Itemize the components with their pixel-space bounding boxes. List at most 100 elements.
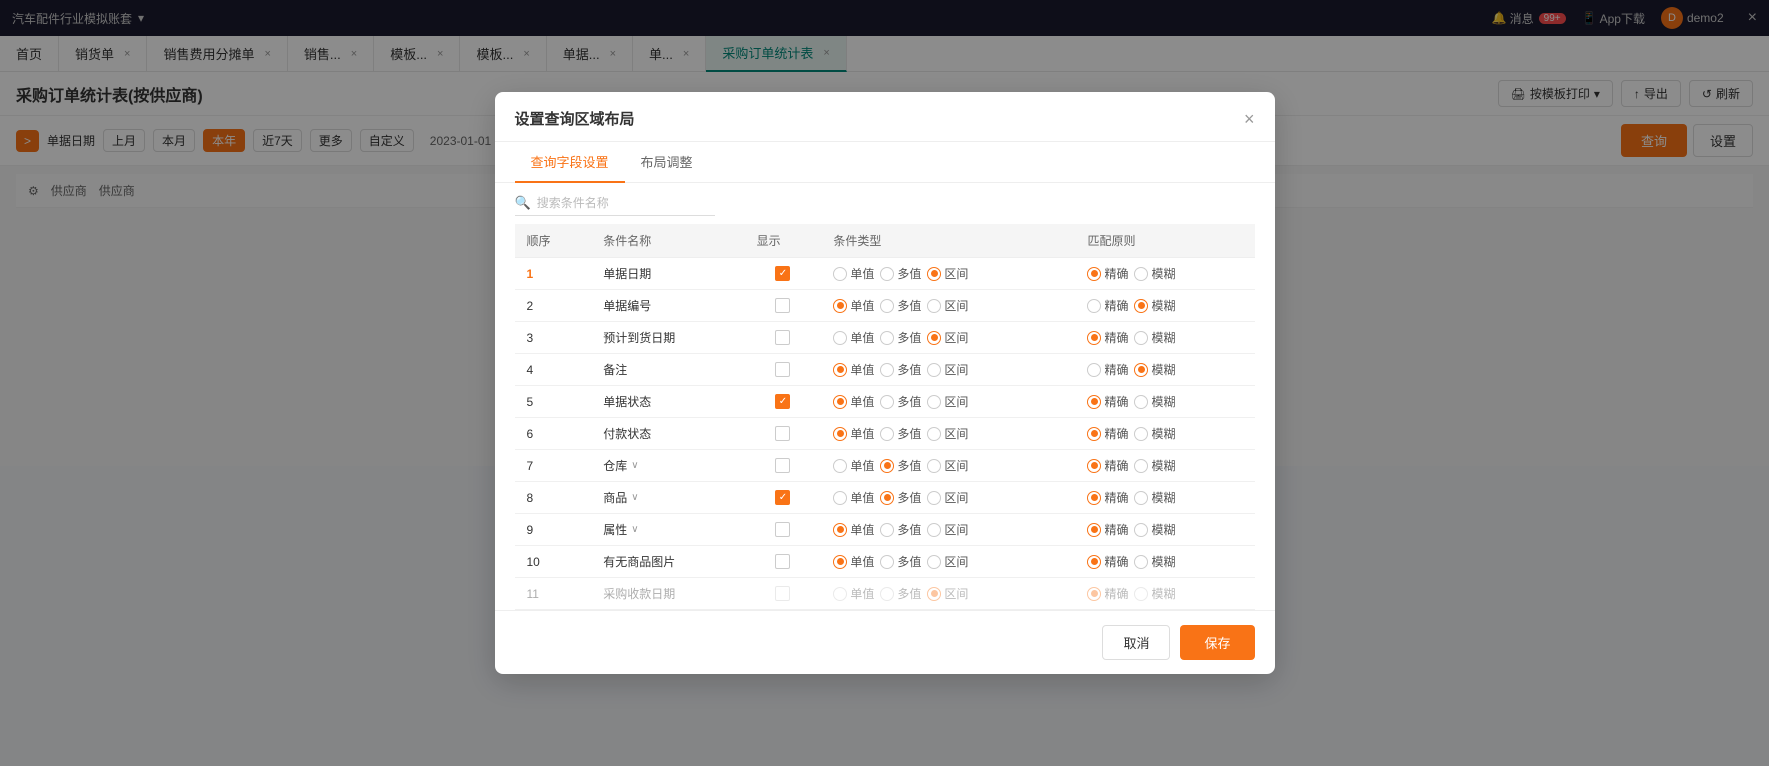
radio-label-单值: 单值 [850, 361, 874, 378]
radio-item-单值[interactable]: 单值 [833, 361, 874, 378]
radio-item-多值[interactable]: 多值 [880, 329, 921, 346]
radio-item-模糊[interactable]: 模糊 [1134, 265, 1175, 282]
radio-item-单值[interactable]: 单值 [833, 425, 874, 442]
radio-item-区间[interactable]: 区间 [927, 585, 968, 602]
radio-item-区间[interactable]: 区间 [927, 425, 968, 442]
radio-item-多值[interactable]: 多值 [880, 521, 921, 538]
condition-name-text: 有无商品图片 [603, 553, 675, 570]
radio-item-精确[interactable]: 精确 [1087, 489, 1128, 506]
radio-item-多值[interactable]: 多值 [880, 553, 921, 570]
radio-item-模糊[interactable]: 模糊 [1134, 393, 1175, 410]
radio-item-模糊[interactable]: 模糊 [1134, 361, 1175, 378]
radio-item-单值[interactable]: 单值 [833, 585, 874, 602]
radio-item-单值[interactable]: 单值 [833, 489, 874, 506]
radio-item-多值[interactable]: 多值 [880, 489, 921, 506]
display-checkbox[interactable] [775, 490, 790, 505]
radio-item-区间[interactable]: 区间 [927, 329, 968, 346]
radio-item-多值[interactable]: 多值 [880, 297, 921, 314]
display-checkbox[interactable] [775, 458, 790, 473]
table-row: 10 有无商品图片 单值 多值 区间 [515, 546, 1255, 578]
radio-item-多值[interactable]: 多值 [880, 361, 921, 378]
display-checkbox[interactable] [775, 426, 790, 441]
radio-item-区间[interactable]: 区间 [927, 297, 968, 314]
display-checkbox[interactable] [775, 554, 790, 569]
radio-item-多值[interactable]: 多值 [880, 393, 921, 410]
radio-item-区间[interactable]: 区间 [927, 457, 968, 474]
match-rule-cell: 精确 模糊 [1075, 258, 1254, 290]
radio-item-多值[interactable]: 多值 [880, 585, 921, 602]
radio-item-精确[interactable]: 精确 [1087, 329, 1128, 346]
radio-item-区间[interactable]: 区间 [927, 521, 968, 538]
display-checkbox[interactable] [775, 394, 790, 409]
search-input[interactable] [537, 196, 715, 210]
radio-item-模糊[interactable]: 模糊 [1134, 297, 1175, 314]
radio-item-多值[interactable]: 多值 [880, 425, 921, 442]
save-button[interactable]: 保存 [1180, 625, 1254, 660]
radio-item-多值[interactable]: 多值 [880, 457, 921, 474]
radio-item-单值[interactable]: 单值 [833, 521, 874, 538]
condition-name-cell: 仓库 ∨ [591, 450, 744, 482]
radio-item-区间[interactable]: 区间 [927, 265, 968, 282]
radio-item-精确[interactable]: 精确 [1087, 553, 1128, 570]
display-checkbox[interactable] [775, 266, 790, 281]
radio-circle-区间 [927, 491, 941, 505]
radio-item-单值[interactable]: 单值 [833, 297, 874, 314]
radio-item-多值[interactable]: 多值 [880, 265, 921, 282]
radio-item-模糊[interactable]: 模糊 [1134, 553, 1175, 570]
radio-item-区间[interactable]: 区间 [927, 393, 968, 410]
radio-label-区间: 区间 [944, 265, 968, 282]
display-checkbox[interactable] [775, 522, 790, 537]
match-rule-cell: 精确 模糊 [1075, 482, 1254, 514]
radio-item-精确[interactable]: 精确 [1087, 265, 1128, 282]
condition-type-cell: 单值 多值 区间 [821, 482, 1075, 514]
radio-item-单值[interactable]: 单值 [833, 553, 874, 570]
radio-item-精确[interactable]: 精确 [1087, 521, 1128, 538]
display-checkbox[interactable] [775, 330, 790, 345]
table-header: 顺序 条件名称 显示 条件类型 匹配原则 [515, 224, 1255, 258]
cancel-button[interactable]: 取消 [1102, 625, 1170, 660]
radio-item-模糊[interactable]: 模糊 [1134, 329, 1175, 346]
radio-label-模糊: 模糊 [1151, 265, 1175, 282]
radio-label-多值: 多值 [897, 329, 921, 346]
display-cell [745, 514, 822, 546]
radio-circle-区间 [927, 331, 941, 345]
display-checkbox[interactable] [775, 362, 790, 377]
radio-item-单值[interactable]: 单值 [833, 329, 874, 346]
radio-label-单值: 单值 [850, 393, 874, 410]
radio-circle-模糊 [1134, 587, 1148, 601]
radio-item-区间[interactable]: 区间 [927, 553, 968, 570]
radio-item-精确[interactable]: 精确 [1087, 297, 1128, 314]
radio-circle-多值 [880, 427, 894, 441]
radio-item-模糊[interactable]: 模糊 [1134, 489, 1175, 506]
tab-layout-adjust[interactable]: 布局调整 [625, 142, 709, 183]
radio-item-精确[interactable]: 精确 [1087, 457, 1128, 474]
radio-item-区间[interactable]: 区间 [927, 361, 968, 378]
radio-item-精确[interactable]: 精确 [1087, 585, 1128, 602]
radio-item-模糊[interactable]: 模糊 [1134, 585, 1175, 602]
radio-item-单值[interactable]: 单值 [833, 457, 874, 474]
radio-label-精确: 精确 [1104, 585, 1128, 602]
order-cell: 6 [515, 418, 592, 450]
condition-name-text: 属性 [603, 521, 627, 538]
order-number: 8 [527, 491, 534, 505]
radio-item-模糊[interactable]: 模糊 [1134, 457, 1175, 474]
radio-circle-模糊 [1134, 267, 1148, 281]
radio-item-单值[interactable]: 单值 [833, 393, 874, 410]
order-cell: 10 [515, 546, 592, 578]
radio-item-精确[interactable]: 精确 [1087, 425, 1128, 442]
radio-item-模糊[interactable]: 模糊 [1134, 425, 1175, 442]
radio-label-模糊: 模糊 [1151, 361, 1175, 378]
tab-query-fields[interactable]: 查询字段设置 [515, 142, 625, 183]
radio-circle-多值 [880, 299, 894, 313]
radio-circle-精确 [1087, 523, 1101, 537]
radio-item-区间[interactable]: 区间 [927, 489, 968, 506]
modal-close-button[interactable]: × [1244, 110, 1255, 128]
radio-item-精确[interactable]: 精确 [1087, 361, 1128, 378]
radio-item-单值[interactable]: 单值 [833, 265, 874, 282]
radio-item-精确[interactable]: 精确 [1087, 393, 1128, 410]
search-box: 🔍 [515, 195, 715, 216]
display-checkbox[interactable] [775, 298, 790, 313]
radio-item-模糊[interactable]: 模糊 [1134, 521, 1175, 538]
condition-type-cell: 单值 多值 区间 [821, 290, 1075, 322]
display-checkbox[interactable] [775, 586, 790, 601]
